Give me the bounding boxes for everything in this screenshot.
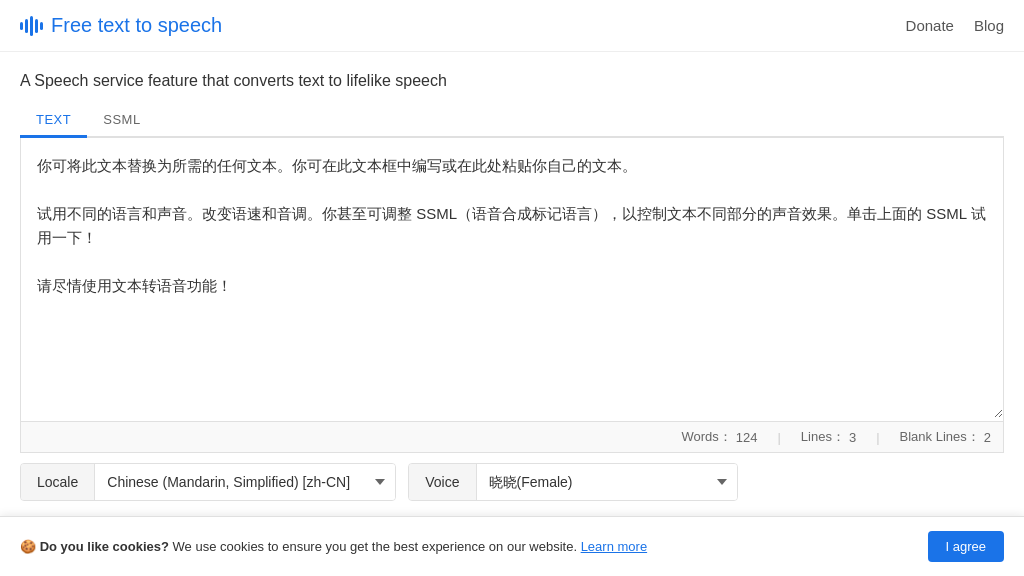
textarea-container: 你可将此文本替换为所需的任何文本。你可在此文本框中编写或在此处粘贴你自己的文本。… xyxy=(20,138,1004,453)
lines-label: Lines： xyxy=(801,428,845,446)
voice-select[interactable]: 晓晓(Female) 云扬(Male) 晓涵(Female) 晓梦(Female… xyxy=(477,464,737,500)
cookie-title: Do you like cookies? xyxy=(40,539,169,554)
donate-link[interactable]: Donate xyxy=(906,17,954,34)
divider-2: | xyxy=(876,428,879,446)
tab-ssml[interactable]: SSML xyxy=(87,104,156,138)
cookie-emoji: 🍪 xyxy=(20,539,36,554)
cookie-banner: 🍪 Do you like cookies? We use cookies to… xyxy=(0,516,1024,576)
locale-label: Locale xyxy=(21,464,95,500)
cookie-text: 🍪 Do you like cookies? We use cookies to… xyxy=(20,539,920,554)
words-label: Words： xyxy=(681,428,731,446)
blank-lines-stat: Blank Lines： 2 xyxy=(900,428,991,446)
controls-row: Locale Chinese (Mandarin, Simplified) [z… xyxy=(20,463,1004,501)
logo-area: Free text to speech xyxy=(20,14,222,37)
tab-text[interactable]: TEXT xyxy=(20,104,87,138)
blog-link[interactable]: Blog xyxy=(974,17,1004,34)
cookie-agree-button[interactable]: I agree xyxy=(928,531,1004,562)
blank-lines-value: 2 xyxy=(984,430,991,445)
blank-lines-label: Blank Lines： xyxy=(900,428,980,446)
cookie-description: We use cookies to ensure you get the bes… xyxy=(173,539,581,554)
text-input[interactable]: 你可将此文本替换为所需的任何文本。你可在此文本框中编写或在此处粘贴你自己的文本。… xyxy=(21,138,1003,418)
lines-stat: Lines： 3 xyxy=(801,428,856,446)
nav-links: Donate Blog xyxy=(906,17,1004,34)
cookie-learn-more-link[interactable]: Learn more xyxy=(581,539,647,554)
wave-icon xyxy=(20,16,43,36)
lines-value: 3 xyxy=(849,430,856,445)
words-stat: Words： 124 xyxy=(681,428,757,446)
header: Free text to speech Donate Blog xyxy=(0,0,1024,52)
subtitle: A Speech service feature that converts t… xyxy=(20,72,1004,90)
main-content: A Speech service feature that converts t… xyxy=(0,52,1024,511)
voice-label: Voice xyxy=(409,464,476,500)
locale-select[interactable]: Chinese (Mandarin, Simplified) [zh-CN] E… xyxy=(95,464,395,500)
words-value: 124 xyxy=(736,430,758,445)
locale-group: Locale Chinese (Mandarin, Simplified) [z… xyxy=(20,463,396,501)
voice-group: Voice 晓晓(Female) 云扬(Male) 晓涵(Female) 晓梦(… xyxy=(408,463,737,501)
textarea-footer: Words： 124 | Lines： 3 | Blank Lines： 2 xyxy=(21,421,1003,452)
tabs: TEXT SSML xyxy=(20,104,1004,138)
divider-1: | xyxy=(777,428,780,446)
logo-text: Free text to speech xyxy=(51,14,222,37)
